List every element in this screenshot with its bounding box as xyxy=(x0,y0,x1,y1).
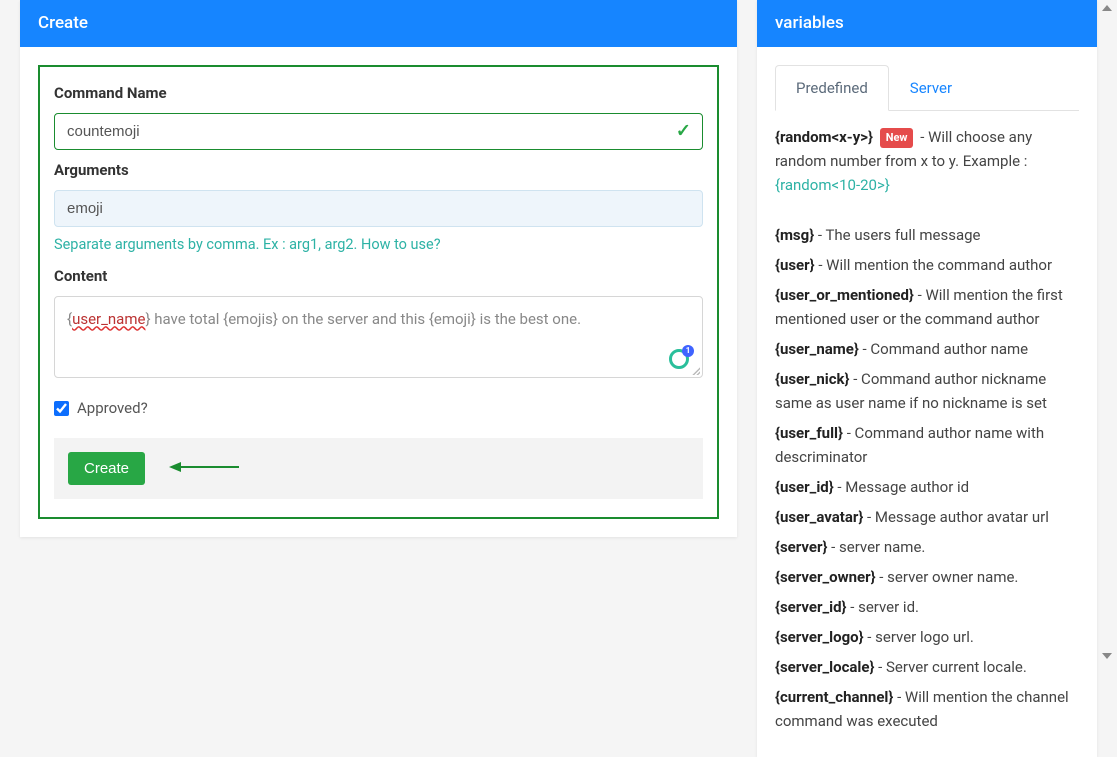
var-desc: - server name. xyxy=(827,538,925,556)
var-random: {random<x-y>} New - Will choose any rand… xyxy=(775,125,1079,197)
grammarly-icon[interactable]: 1 xyxy=(668,347,692,371)
var-item: {msg} - The users full message xyxy=(775,223,1079,247)
var-item: {server_owner} - server owner name. xyxy=(775,565,1079,589)
var-item: {user_nick} - Command author nickname sa… xyxy=(775,367,1079,415)
var-item: {user_full} - Command author name with d… xyxy=(775,421,1079,469)
var-desc: - Server current locale. xyxy=(874,658,1026,676)
resize-handle-icon[interactable] xyxy=(690,365,700,375)
var-desc: - Message author avatar url xyxy=(863,508,1049,526)
var-desc: - server logo url. xyxy=(864,628,974,646)
var-name: {server_logo} xyxy=(775,628,864,646)
content-textarea[interactable]: {user_name} have total {emojis} on the s… xyxy=(55,297,702,377)
how-to-use-link[interactable]: How to use? xyxy=(361,236,441,253)
create-panel: Create Command Name ✓ Arguments Separate… xyxy=(20,0,737,537)
pointer-arrow-icon xyxy=(169,457,239,481)
tab-predefined[interactable]: Predefined xyxy=(775,65,889,111)
var-item: {server} - server name. xyxy=(775,535,1079,559)
var-name: {user_full} xyxy=(775,424,843,442)
var-name: {user} xyxy=(775,256,815,274)
new-badge: New xyxy=(880,128,914,148)
var-item: {user_avatar} - Message author avatar ur… xyxy=(775,505,1079,529)
command-name-label: Command Name xyxy=(54,81,703,105)
arguments-label: Arguments xyxy=(54,158,703,182)
var-name: {user_name} xyxy=(775,340,859,358)
create-form: Command Name ✓ Arguments Separate argume… xyxy=(38,65,719,519)
var-item: {user_name} - Command author name xyxy=(775,337,1079,361)
variables-list: {random<x-y>} New - Will choose any rand… xyxy=(775,125,1079,733)
var-desc: - server owner name. xyxy=(876,568,1019,586)
var-item: {server_locale} - Server current locale. xyxy=(775,655,1079,679)
var-name: {msg} xyxy=(775,226,814,244)
variables-panel: variables Predefined Server {random<x-y>… xyxy=(757,0,1097,757)
scroll-down-icon[interactable] xyxy=(1102,653,1112,659)
var-desc: - The users full message xyxy=(814,226,980,244)
var-name: {user_or_mentioned} xyxy=(775,286,914,304)
var-item: {server_id} - server id. xyxy=(775,595,1079,619)
create-button[interactable]: Create xyxy=(68,452,145,485)
form-footer: Create xyxy=(54,438,703,499)
var-desc: - Command author name xyxy=(859,340,1028,358)
var-desc: - server id. xyxy=(847,598,920,616)
content-textarea-wrap: {user_name} have total {emojis} on the s… xyxy=(54,296,703,378)
variables-panel-title: variables xyxy=(757,0,1097,47)
var-name: {server_owner} xyxy=(775,568,876,586)
content-label: Content xyxy=(54,264,703,288)
var-name: {user_nick} xyxy=(775,370,849,388)
var-name: {user_id} xyxy=(775,478,834,496)
var-item: {current_channel} - Will mention the cha… xyxy=(775,685,1079,733)
arguments-hint: Separate arguments by comma. Ex : arg1, … xyxy=(54,233,703,256)
var-name: {current_channel} xyxy=(775,688,893,706)
create-panel-title: Create xyxy=(20,0,737,47)
valid-check-icon: ✓ xyxy=(676,117,691,146)
variables-tabs: Predefined Server xyxy=(775,65,1079,111)
var-item: {server_logo} - server logo url. xyxy=(775,625,1079,649)
random-example-link[interactable]: {random<10-20>} xyxy=(775,176,890,194)
var-desc: - Message author id xyxy=(834,478,969,496)
var-name: {server} xyxy=(775,538,827,556)
approved-checkbox[interactable] xyxy=(54,401,69,416)
var-name: {server_id} xyxy=(775,598,847,616)
tab-server[interactable]: Server xyxy=(889,65,973,110)
command-name-input[interactable] xyxy=(54,113,703,150)
page-scrollbar[interactable] xyxy=(1099,2,1115,662)
var-name: {server_locale} xyxy=(775,658,874,676)
var-item: {user_id} - Message author id xyxy=(775,475,1079,499)
var-desc: - Will mention the command author xyxy=(815,256,1052,274)
arguments-input[interactable] xyxy=(54,190,703,227)
var-item: {user} - Will mention the command author xyxy=(775,253,1079,277)
approved-label: Approved? xyxy=(77,396,148,420)
var-name: {user_avatar} xyxy=(775,508,863,526)
var-item: {user_or_mentioned} - Will mention the f… xyxy=(775,283,1079,331)
